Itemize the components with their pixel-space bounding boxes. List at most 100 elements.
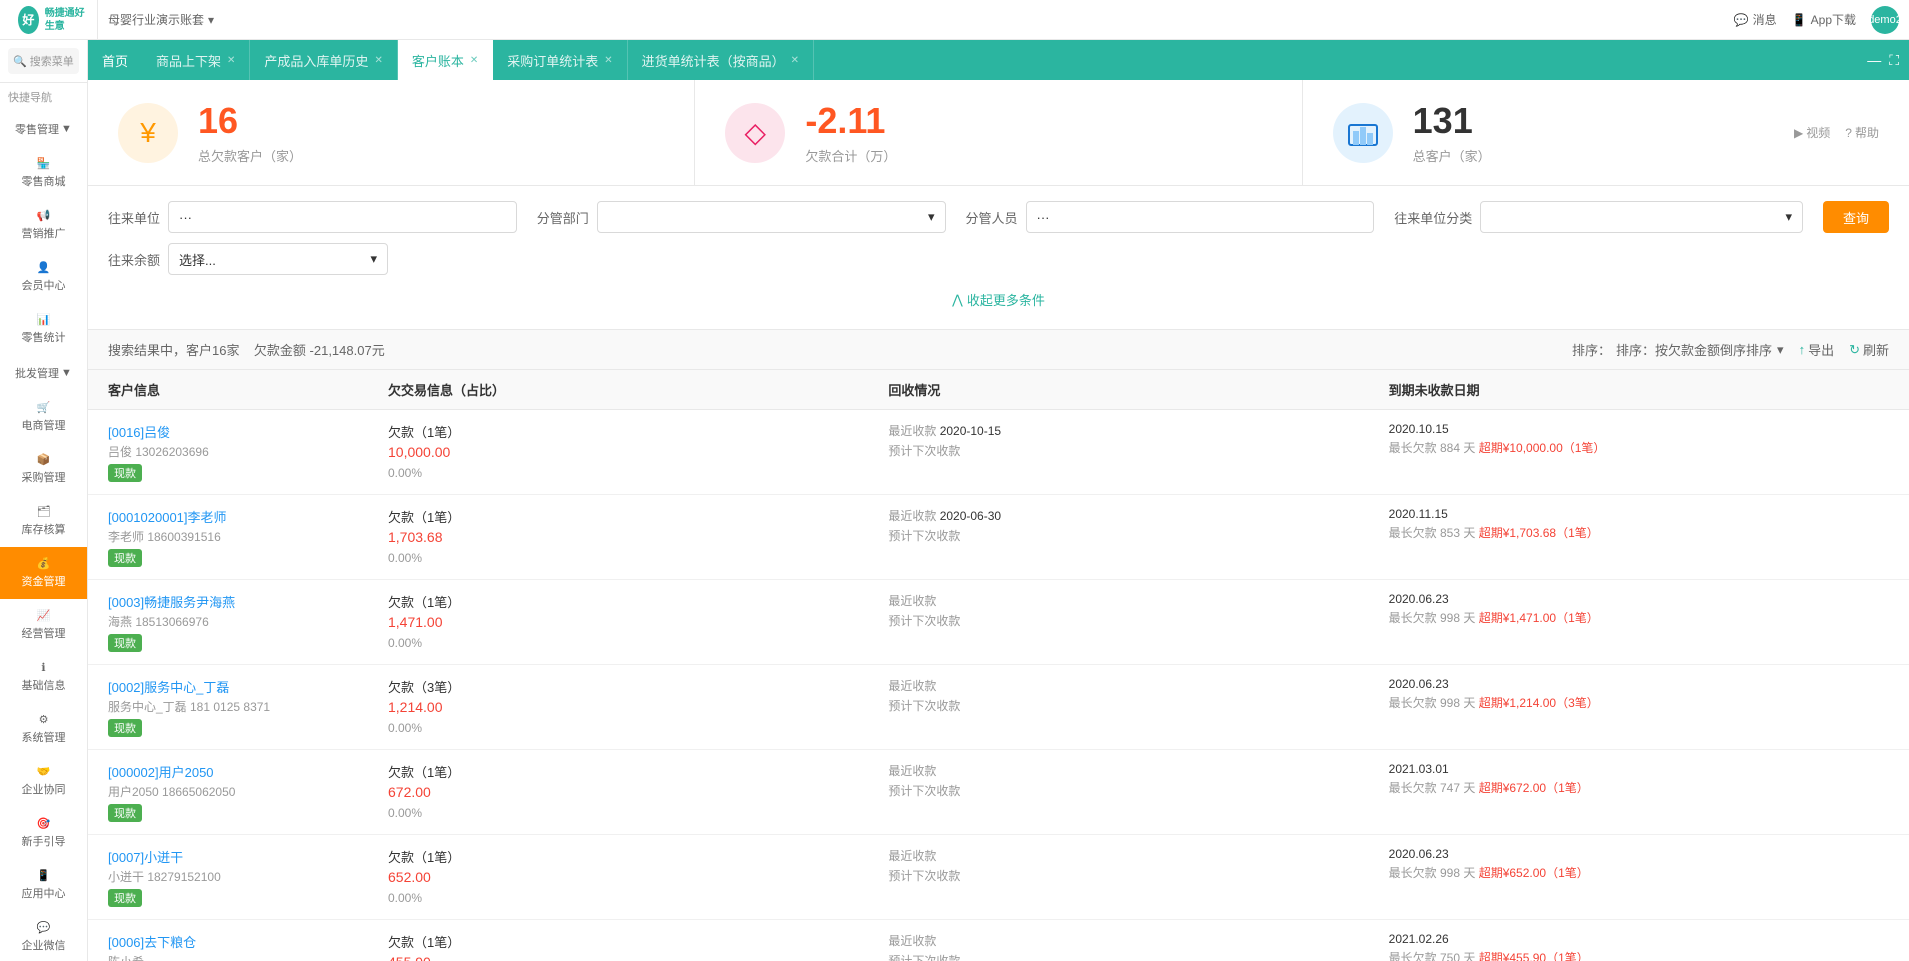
customer-name-link-1[interactable]: [0001020001]李老师 — [108, 507, 388, 526]
message-button[interactable]: 💬 消息 — [1734, 11, 1777, 28]
sidebar-item-member[interactable]: 👤 会员中心 — [0, 251, 87, 303]
overdue-link-2[interactable]: 超期¥1,471.00（1笔） — [1479, 611, 1599, 625]
tab-inbound-stats-close[interactable]: ✕ — [791, 55, 799, 66]
tab-customer-account[interactable]: 客户账本 ✕ — [398, 40, 493, 80]
overdue-link-1[interactable]: 超期¥1,703.68（1笔） — [1479, 526, 1599, 540]
sidebar-item-retail-mgmt[interactable]: 零售管理 ▼ — [0, 111, 87, 147]
debt-amount-2[interactable]: 1,471.00 — [388, 614, 888, 630]
tab-purchase-order[interactable]: 采购订单统计表 ✕ — [493, 40, 627, 80]
unit-class-select[interactable]: ▾ — [1480, 201, 1803, 233]
maximize-icon[interactable]: ⛶ — [1889, 52, 1899, 69]
sidebar-item-purchase[interactable]: 📦 采购管理 — [0, 443, 87, 495]
sidebar-item-inventory[interactable]: 🗂 库存核算 — [0, 495, 87, 547]
tab-product-listing-close[interactable]: ✕ — [227, 55, 235, 66]
collapse-button[interactable]: ⋀ 收起更多条件 — [108, 285, 1889, 314]
due-date-1: 2020.11.15 — [1389, 507, 1889, 521]
video-button[interactable]: ▶ 视频 — [1794, 124, 1830, 141]
from-unit-input[interactable]: ··· — [168, 201, 517, 233]
overdue-link-6[interactable]: 超期¥455.90（1笔） — [1479, 951, 1589, 961]
inventory-label: 库存核算 — [22, 521, 66, 537]
username-label: demo2 — [1868, 14, 1902, 26]
overdue-days-2: 最长欠款 998 天 超期¥1,471.00（1笔） — [1389, 609, 1889, 626]
help-button[interactable]: ? 帮助 — [1845, 124, 1879, 141]
customer-badge-4: 现款 — [108, 804, 142, 822]
tab-bar: 首页 商品上下架 ✕ 产成品入库单历史 ✕ 客户账本 ✕ 采购订单统计表 ✕ — [88, 40, 1909, 80]
sidebar-item-system[interactable]: ⚙ 系统管理 — [0, 703, 87, 755]
customer-name-link-5[interactable]: [0007]小迸干 — [108, 847, 388, 866]
company-select[interactable]: 母婴行业演示账套 ▾ — [108, 11, 214, 28]
debt-amount-3[interactable]: 1,214.00 — [388, 699, 888, 715]
balance-select[interactable]: 选择... ▾ — [168, 243, 388, 275]
debt-amount-5[interactable]: 652.00 — [388, 869, 888, 885]
sidebar-item-guide[interactable]: 🎯 新手引导 — [0, 807, 87, 859]
debt-amount-1[interactable]: 1,703.68 — [388, 529, 888, 545]
help-icon: ? — [1845, 126, 1852, 140]
export-button[interactable]: ↑ 导出 — [1799, 340, 1835, 359]
overdue-link-3[interactable]: 超期¥1,214.00（3笔） — [1479, 696, 1599, 710]
card-info-2: -2.11 欠款合计（万） — [805, 100, 896, 165]
sidebar-item-operations[interactable]: 📈 经营管理 — [0, 599, 87, 651]
tab-product-history[interactable]: 产成品入库单历史 ✕ — [250, 40, 397, 80]
chevron-down-icon-dept: ▾ — [928, 209, 935, 225]
retail-mgmt-label: 零售管理 — [15, 121, 59, 137]
customer-name-link-0[interactable]: [0016]吕俊 — [108, 422, 388, 441]
overdue-link-4[interactable]: 超期¥672.00（1笔） — [1479, 781, 1589, 795]
overdue-link-0[interactable]: 超期¥10,000.00（1笔） — [1479, 441, 1606, 455]
tab-purchase-order-close[interactable]: ✕ — [604, 55, 612, 66]
sidebar-item-marketing[interactable]: 📢 营销推广 — [0, 199, 87, 251]
customer-name-link-4[interactable]: [000002]用户2050 — [108, 762, 388, 781]
sidebar-item-retail-stats[interactable]: 📊 零售统计 — [0, 303, 87, 355]
sidebar-item-retail-mall[interactable]: 🏪 零售商城 — [0, 147, 87, 199]
col-header-due: 到期未收款日期 — [1389, 380, 1889, 399]
debt-amount-4[interactable]: 672.00 — [388, 784, 888, 800]
overdue-link-5[interactable]: 超期¥652.00（1笔） — [1479, 866, 1589, 880]
customer-name-link-3[interactable]: [0002]服务中心_丁磊 — [108, 677, 388, 696]
wechat-icon: 💬 — [37, 921, 51, 934]
refresh-button[interactable]: ↻ 刷新 — [1849, 340, 1889, 359]
tab-product-listing[interactable]: 商品上下架 ✕ — [142, 40, 250, 80]
sidebar-item-wechat[interactable]: 💬 企业微信 — [0, 911, 87, 961]
from-unit-placeholder: ··· — [179, 210, 192, 225]
sort-selector[interactable]: 排序： 排序：按欠款金额倒序排序 ▾ — [1572, 340, 1784, 359]
table-row: [0001020001]李老师 李老师 18600391516 现款 欠款（1笔… — [88, 495, 1909, 580]
customer-cell-5: [0007]小迸干 小迸干 18279152100 现款 — [108, 847, 388, 907]
debt-cell-0: 欠款（1笔） 10,000.00 0.00% — [388, 422, 888, 480]
data-table: 客户信息 欠交易信息（占比） 回收情况 到期未收款日期 [0016]吕俊 吕俊 … — [88, 370, 1909, 961]
purchase-icon: 📦 — [37, 453, 51, 466]
search-menu-button[interactable]: 🔍 搜索菜单 — [8, 48, 79, 74]
top-actions: 💬 消息 📱 App下载 demo2 — [1734, 6, 1899, 34]
due-cell-0: 2020.10.15 最长欠款 884 天 超期¥10,000.00（1笔） — [1389, 422, 1889, 456]
user-avatar[interactable]: demo2 — [1871, 6, 1899, 34]
tab-inbound-stats[interactable]: 进货单统计表（按商品） ✕ — [628, 40, 814, 80]
sidebar-item-enterprise[interactable]: 🤝 企业协同 — [0, 755, 87, 807]
sidebar-item-app-center[interactable]: 📱 应用中心 — [0, 859, 87, 911]
debt-label-2: 欠款（1笔） — [388, 592, 888, 611]
minimize-icon[interactable]: — — [1867, 52, 1881, 68]
card-label-1: 总欠款客户（家） — [198, 146, 302, 165]
sidebar-item-finance[interactable]: 💰 资金管理 — [0, 547, 87, 599]
card-actions: ▶ 视频 ? 帮助 — [1794, 124, 1879, 141]
filter-person: 分管人员 ··· — [966, 201, 1375, 233]
customer-name-link-2[interactable]: [0003]畅捷服务尹海燕 — [108, 592, 388, 611]
top-bar: 好 畅捷通好生意 母婴行业演示账套 ▾ 💬 消息 📱 App下载 demo2 — [0, 0, 1909, 40]
tab-customer-account-close[interactable]: ✕ — [470, 55, 478, 66]
sidebar-item-basic-info[interactable]: ℹ 基础信息 — [0, 651, 87, 703]
dept-select[interactable]: ▾ — [597, 201, 946, 233]
tab-home[interactable]: 首页 — [88, 40, 142, 80]
company-dropdown-icon: ▾ — [208, 13, 214, 27]
search-button[interactable]: 查询 — [1823, 201, 1889, 233]
debt-amount-6[interactable]: 455.90 — [388, 954, 888, 961]
app-download-button[interactable]: 📱 App下载 — [1792, 11, 1856, 28]
person-input[interactable]: ··· — [1026, 201, 1375, 233]
table-row: [000002]用户2050 用户2050 18665062050 现款 欠款（… — [88, 750, 1909, 835]
result-bar: 搜索结果中，客户16家 欠款金额 -21,148.07元 排序： 排序：按欠款金… — [88, 330, 1909, 370]
tab-product-history-close[interactable]: ✕ — [374, 55, 382, 66]
sidebar-item-ecommerce[interactable]: 🛒 电商管理 — [0, 391, 87, 443]
customer-phone-5: 小迸干 18279152100 — [108, 868, 388, 885]
debt-amount-0[interactable]: 10,000.00 — [388, 444, 888, 460]
customer-name-link-6[interactable]: [0006]去下粮仓 — [108, 932, 388, 951]
person-placeholder: ··· — [1037, 210, 1050, 225]
person-label: 分管人员 — [966, 208, 1018, 227]
retail-stats-icon: 📊 — [37, 313, 51, 326]
sidebar-item-batch-mgmt[interactable]: 批发管理 ▼ — [0, 355, 87, 391]
